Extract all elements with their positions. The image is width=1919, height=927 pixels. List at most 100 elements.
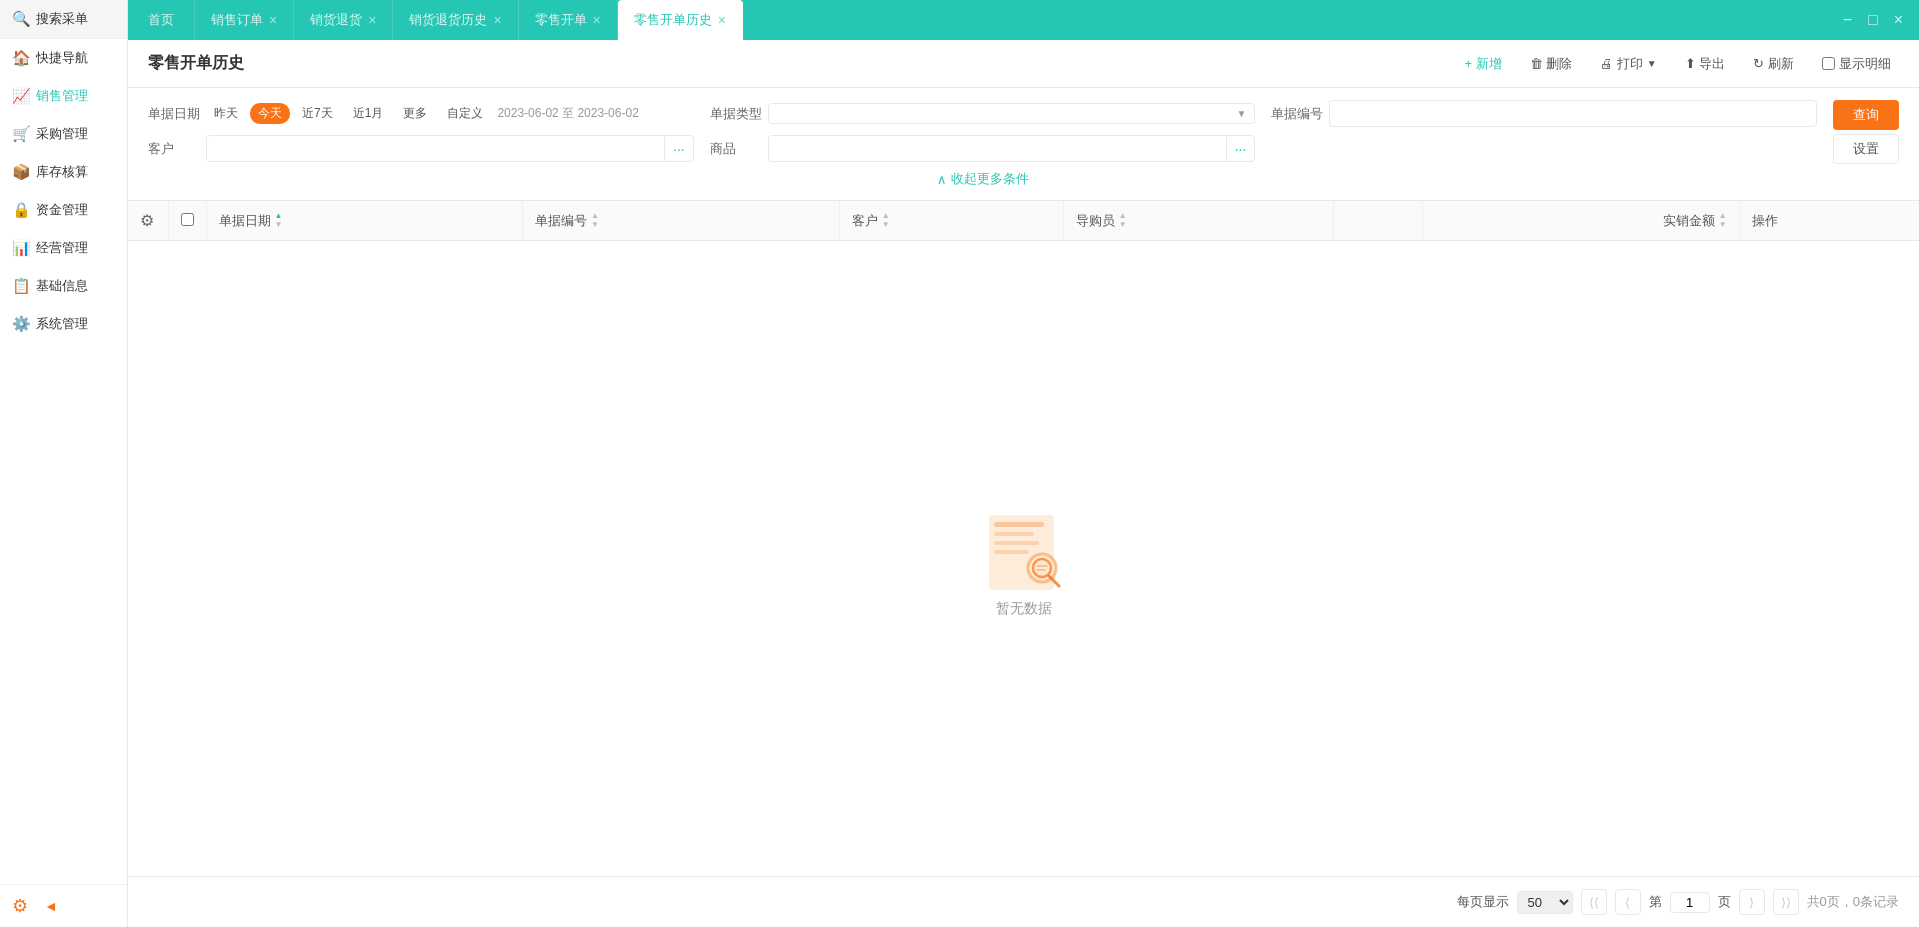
basic-info-icon: 📋 [12, 277, 30, 295]
display-detail-toggle[interactable]: 显示明细 [1814, 51, 1899, 77]
number-sort-arrows: ▲ ▼ [591, 212, 599, 229]
goods-picker-icon[interactable]: ··· [1226, 137, 1255, 161]
sidebar-item-inventory[interactable]: 📦 库存核算 [0, 153, 127, 191]
top-nav: 首页 销售订单 × 销货退货 × 销货退货历史 × 零售开单 × 零售开单历史 … [128, 0, 1919, 40]
sidebar-item-business[interactable]: 📊 经营管理 [0, 229, 127, 267]
tab-sales-order[interactable]: 销售订单 × [195, 0, 294, 40]
th-guide-label: 导购员 [1076, 212, 1115, 230]
filter-number-col: 单据编号 [1271, 100, 1817, 127]
sidebar-search[interactable]: 🔍 搜索采单 [0, 0, 127, 39]
display-detail-checkbox[interactable] [1822, 57, 1835, 70]
sort-down-icon: ▼ [1119, 221, 1127, 229]
maximize-button[interactable]: □ [1864, 7, 1882, 33]
filter-wrapper: 单据日期 昨天 今天 近7天 近1月 更多 自定义 2023-06-02 至 2… [148, 100, 1899, 188]
filter-date-col: 单据日期 昨天 今天 近7天 近1月 更多 自定义 2023-06-02 至 2… [148, 103, 694, 124]
tab-sales-return-close[interactable]: × [368, 12, 376, 28]
sort-down-icon: ▼ [882, 221, 890, 229]
date-btn-custom[interactable]: 自定义 [439, 103, 491, 124]
sidebar-search-label: 搜索采单 [36, 10, 88, 28]
tab-home[interactable]: 首页 [128, 0, 195, 40]
next-page-button[interactable]: ⟩ [1739, 889, 1765, 915]
date-filter-label: 单据日期 [148, 105, 200, 123]
page-label: 第 [1649, 893, 1662, 911]
sidebar-item-finance[interactable]: 🔒 资金管理 [0, 191, 127, 229]
date-btn-1month[interactable]: 近1月 [345, 103, 392, 124]
window-controls: − □ × [1839, 7, 1919, 33]
business-icon: 📊 [12, 239, 30, 257]
settings-bottom-icon[interactable]: ⚙ [12, 895, 28, 917]
filter-customer-col: 客户 ··· [148, 135, 694, 162]
purchase-icon: 🛒 [12, 125, 30, 143]
goods-input[interactable] [769, 136, 1226, 161]
sidebar-item-label: 销售管理 [36, 87, 88, 105]
date-btn-today[interactable]: 今天 [250, 103, 290, 124]
date-btn-7days[interactable]: 近7天 [294, 103, 341, 124]
sidebar-bottom: ⚙ ◄ [0, 884, 127, 927]
query-button[interactable]: 查询 [1833, 100, 1899, 130]
type-filter-label: 单据类型 [710, 105, 762, 123]
delete-button[interactable]: 🗑 删除 [1522, 51, 1581, 77]
settings-button[interactable]: 设置 [1833, 134, 1899, 164]
tab-sales-return-label: 销货退货 [310, 11, 362, 29]
th-guide[interactable]: 导购员 ▲ ▼ [1063, 201, 1333, 241]
page-input[interactable] [1670, 892, 1710, 913]
inventory-icon: 📦 [12, 163, 30, 181]
amount-sort-arrows: ▲ ▼ [1719, 212, 1727, 229]
sidebar: 🔍 搜索采单 🏠 快捷导航 📈 销售管理 🛒 采购管理 📦 库存核算 🔒 资金管… [0, 0, 128, 927]
date-btn-yesterday[interactable]: 昨天 [206, 103, 246, 124]
goods-input-wrap: ··· [768, 135, 1256, 162]
th-customer[interactable]: 客户 ▲ ▼ [839, 201, 1063, 241]
th-date[interactable]: 单据日期 ▲ ▼ [206, 201, 523, 241]
sort-up-icon: ▲ [591, 212, 599, 220]
page-header: 零售开单历史 + 新增 🗑 删除 🖨 打印 ▼ ⬆ 导出 ↻ 刷新 显示明细 [128, 40, 1919, 88]
print-dropdown-icon[interactable]: ▼ [1647, 58, 1657, 69]
data-table: ⚙ 单据日期 ▲ ▼ [128, 201, 1919, 241]
tab-retail-open[interactable]: 零售开单 × [519, 0, 618, 40]
tab-sales-return-history[interactable]: 销货退货历史 × [393, 0, 518, 40]
column-settings-icon[interactable]: ⚙ [140, 212, 154, 229]
prev-page-button[interactable]: ⟨ [1615, 889, 1641, 915]
date-btn-more[interactable]: 更多 [395, 103, 435, 124]
customer-input[interactable] [207, 136, 664, 161]
date-range-text: 2023-06-02 至 2023-06-02 [497, 105, 638, 122]
minimize-button[interactable]: − [1839, 7, 1856, 33]
sidebar-item-basic-info[interactable]: 📋 基础信息 [0, 267, 127, 305]
new-button[interactable]: + 新增 [1456, 51, 1509, 77]
close-button[interactable]: × [1890, 7, 1907, 33]
sort-up-icon: ▲ [882, 212, 890, 220]
sidebar-item-purchase-mgmt[interactable]: 🛒 采购管理 [0, 115, 127, 153]
print-button-label: 🖨 打印 [1600, 55, 1643, 73]
tab-sales-return-history-label: 销货退货历史 [409, 11, 487, 29]
export-button-label: ⬆ 导出 [1685, 55, 1726, 73]
customer-picker-icon[interactable]: ··· [664, 137, 693, 161]
page-total: 共0页，0条记录 [1807, 893, 1899, 911]
select-all-checkbox[interactable] [181, 213, 194, 226]
sidebar-item-system[interactable]: ⚙️ 系统管理 [0, 305, 127, 343]
filter-right-buttons: 查询 设置 [1833, 100, 1899, 164]
page-size-select[interactable]: 50 10 20 100 [1517, 891, 1573, 914]
tab-sales-order-close[interactable]: × [269, 12, 277, 28]
th-amount[interactable]: 实销金额 ▲ ▼ [1423, 201, 1740, 241]
print-button[interactable]: 🖨 打印 ▼ [1592, 51, 1665, 77]
type-select[interactable]: ▼ [768, 103, 1256, 124]
number-input[interactable] [1329, 100, 1817, 127]
last-page-button[interactable]: ⟩⟩ [1773, 889, 1799, 915]
sidebar-item-sales-mgmt[interactable]: 📈 销售管理 [0, 77, 127, 115]
sidebar-item-label: 库存核算 [36, 163, 88, 181]
tab-sales-return-history-close[interactable]: × [493, 12, 501, 28]
customer-input-wrap: ··· [206, 135, 694, 162]
tab-sales-return[interactable]: 销货退货 × [294, 0, 393, 40]
first-page-button[interactable]: ⟨⟨ [1581, 889, 1607, 915]
tab-retail-open-close[interactable]: × [593, 12, 601, 28]
tab-retail-history[interactable]: 零售开单历史 × [618, 0, 743, 40]
refresh-button[interactable]: ↻ 刷新 [1745, 51, 1802, 77]
collapse-sidebar-icon[interactable]: ◄ [44, 898, 58, 914]
tab-retail-history-close[interactable]: × [718, 12, 726, 28]
export-button[interactable]: ⬆ 导出 [1677, 51, 1734, 77]
th-number[interactable]: 单据编号 ▲ ▼ [523, 201, 840, 241]
empty-text: 暂无数据 [996, 600, 1052, 618]
collapse-filter-row[interactable]: ∧ 收起更多条件 [148, 170, 1817, 188]
sidebar-item-quick-nav[interactable]: 🏠 快捷导航 [0, 39, 127, 77]
tab-retail-open-label: 零售开单 [535, 11, 587, 29]
table-header: ⚙ 单据日期 ▲ ▼ [128, 201, 1919, 241]
